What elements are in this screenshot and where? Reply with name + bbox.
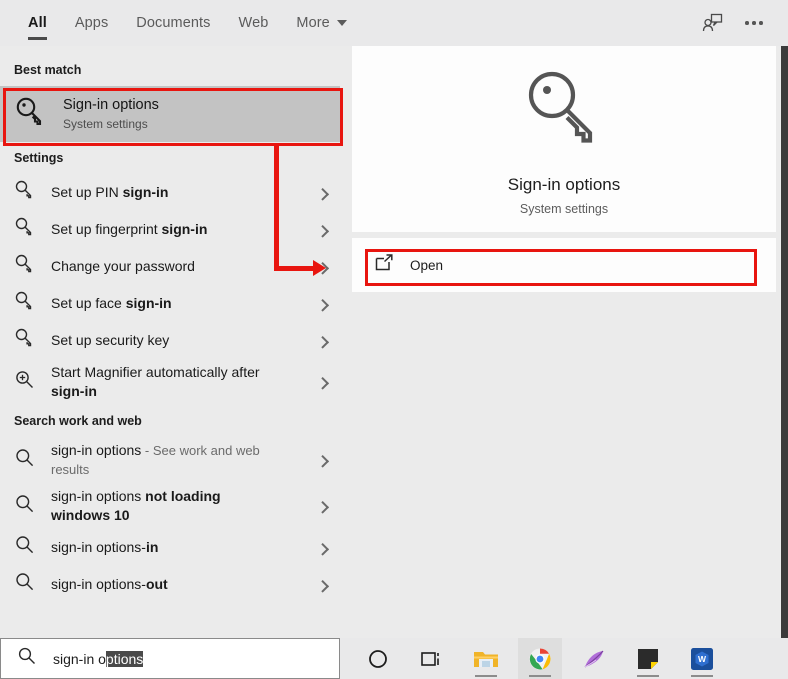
feedback-person-icon[interactable] (698, 9, 726, 37)
tab-all[interactable]: All (14, 0, 61, 46)
search-icon (14, 571, 36, 598)
list-item-label: sign-in options-out (51, 576, 168, 592)
tab-more[interactable]: More (282, 0, 360, 46)
chevron-right-icon[interactable] (316, 500, 330, 514)
chevron-right-icon[interactable] (316, 454, 330, 468)
search-typed-text: sign-in o (53, 650, 106, 667)
search-flyout: All Apps Documents Web More Best match S… (0, 0, 788, 679)
search-autocomplete-selection: ptions (105, 650, 144, 667)
search-icon (14, 493, 36, 520)
feather-quill-icon[interactable] (572, 638, 616, 679)
sticky-notes-icon[interactable] (626, 638, 670, 679)
key-icon (14, 95, 48, 134)
wps-office-icon[interactable]: W (680, 638, 724, 679)
open-external-icon (374, 253, 394, 278)
key-icon (14, 253, 36, 280)
tab-documents[interactable]: Documents (122, 0, 224, 46)
preview-header-card: Sign-in options System settings (352, 46, 776, 232)
chevron-right-icon[interactable] (316, 224, 330, 238)
search-icon (17, 646, 37, 671)
chevron-down-icon (336, 20, 347, 26)
chrome-icon[interactable] (518, 638, 562, 679)
list-item-label: Set up face sign-in (51, 295, 172, 311)
chevron-right-icon[interactable] (316, 542, 330, 556)
best-match-item[interactable]: Sign-in options System settings (0, 86, 340, 142)
ellipsis-icon[interactable] (740, 9, 768, 37)
search-input[interactable]: sign-in options (0, 638, 340, 679)
list-item-setup-security-key[interactable]: Set up security key (0, 322, 340, 359)
tab-bar-actions (698, 9, 788, 37)
tab-apps[interactable]: Apps (61, 0, 122, 46)
task-view-icon[interactable] (410, 638, 454, 679)
tab-more-label: More (296, 15, 330, 31)
best-match-title: Sign-in options (63, 97, 159, 113)
list-item-label: sign-in options-in (51, 539, 159, 555)
window-right-edge (781, 46, 788, 638)
list-item-web-not-loading[interactable]: sign-in options not loading windows 10 (0, 483, 340, 529)
search-input-value: sign-in options (53, 650, 144, 667)
list-item-setup-pin-signin[interactable]: Set up PIN sign-in (0, 174, 340, 211)
tab-documents-label: Documents (136, 15, 211, 31)
svg-text:W: W (698, 654, 707, 664)
taskbar-icons: W (340, 638, 788, 679)
tab-web[interactable]: Web (225, 0, 283, 46)
settings-group: Set up PIN sign-in Set up fingerprint si… (0, 174, 340, 405)
web-results-group: sign-in options - See work and web resul… (0, 437, 340, 603)
section-header-search-work-and-web: Search work and web (14, 414, 142, 428)
list-item-label: Set up security key (51, 332, 170, 348)
section-header-best-match: Best match (14, 63, 82, 77)
list-item-setup-face-signin[interactable]: Set up face sign-in (0, 285, 340, 322)
chevron-right-icon[interactable] (316, 335, 330, 349)
best-match-text: Sign-in options System settings (63, 97, 159, 131)
list-item-label: sign-in options not loading windows 10 (51, 488, 221, 523)
best-match-subtitle: System settings (63, 117, 148, 131)
key-icon (14, 179, 36, 206)
results-list: Best match Sign-in options System settin… (0, 46, 340, 638)
list-item-setup-fingerprint-signin[interactable]: Set up fingerprint sign-in (0, 211, 340, 248)
preview-subtitle: System settings (519, 202, 609, 216)
section-header-settings: Settings (14, 151, 64, 165)
taskbar: sign-in options W (0, 638, 788, 679)
key-icon (14, 327, 36, 354)
tab-apps-label: Apps (74, 15, 109, 31)
search-icon (14, 447, 36, 474)
preview-panel: Sign-in options System settings Open (352, 46, 776, 638)
tab-web-label: Web (238, 15, 269, 31)
chevron-right-icon[interactable] (316, 261, 330, 275)
list-item-change-your-password[interactable]: Change your password (0, 248, 340, 285)
list-item-label: Set up PIN sign-in (51, 184, 169, 200)
key-icon (14, 290, 36, 317)
key-icon (518, 62, 610, 159)
file-explorer-icon[interactable] (464, 638, 508, 679)
cortana-circle-icon[interactable] (356, 638, 400, 679)
list-item-web-signin-options-out[interactable]: sign-in options-out (0, 566, 340, 603)
tab-list: All Apps Documents Web More (0, 0, 361, 46)
list-item-label: sign-in options - See work and web resul… (51, 442, 260, 477)
chevron-right-icon[interactable] (316, 187, 330, 201)
chevron-right-icon[interactable] (316, 376, 330, 390)
list-item-web-see-results[interactable]: sign-in options - See work and web resul… (0, 437, 340, 483)
list-item-label: Change your password (51, 258, 195, 274)
search-icon (14, 534, 36, 561)
chevron-right-icon[interactable] (316, 298, 330, 312)
list-item-web-signin-options-in[interactable]: sign-in options-in (0, 529, 340, 566)
key-icon (14, 216, 36, 243)
list-item-label: Start Magnifier automatically after sign… (51, 364, 260, 399)
list-item-start-magnifier[interactable]: Start Magnifier automatically after sign… (0, 359, 340, 405)
preview-title: Sign-in options (507, 175, 621, 194)
open-button[interactable]: Open (352, 238, 776, 292)
tab-all-label: All (28, 15, 47, 31)
magnifier-plus-icon (14, 369, 36, 396)
open-button-label: Open (410, 257, 444, 273)
tab-bar: All Apps Documents Web More (0, 0, 788, 46)
list-item-label: Set up fingerprint sign-in (51, 221, 208, 237)
chevron-right-icon[interactable] (316, 579, 330, 593)
